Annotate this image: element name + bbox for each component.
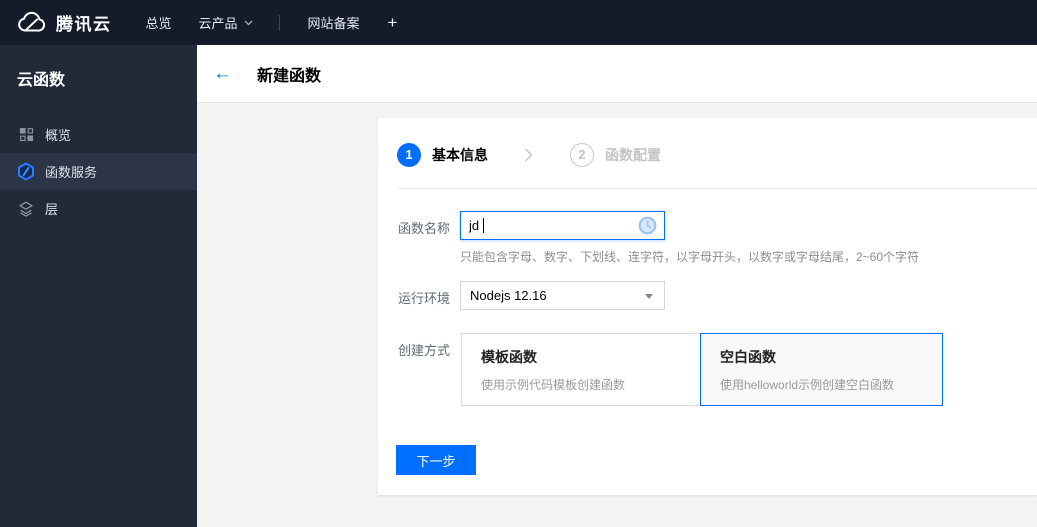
step-2-label: 函数配置 — [605, 147, 661, 163]
nav-cloud-products[interactable]: 云产品 — [199, 13, 253, 32]
nav-divider — [278, 14, 280, 31]
brand-name: 腾讯云 — [56, 15, 112, 34]
page-header: ← 新建函数 — [197, 45, 1037, 103]
sidebar-menu: 概览 函数服务 层 — [0, 116, 197, 227]
text-cursor — [483, 218, 484, 233]
option-title: 空白函数 — [720, 349, 776, 365]
next-step-button[interactable]: 下一步 — [396, 445, 476, 475]
page-title: 新建函数 — [257, 67, 322, 85]
sidebar-item-label: 层 — [45, 202, 59, 217]
option-description: 使用helloworld示例创建空白函数 — [720, 378, 895, 392]
nav-cloud-products-label: 云产品 — [198, 16, 238, 31]
scf-hexagon-icon — [17, 162, 35, 181]
nav-overview[interactable]: 总览 — [146, 13, 172, 32]
runtime-label: 运行环境 — [398, 291, 451, 306]
topbar: 腾讯云 总览 云产品 网站备案 + — [0, 0, 1037, 45]
sidebar: 云函数 概览 函数服务 层 — [0, 45, 197, 527]
cloud-logo-icon — [15, 11, 47, 34]
sidebar-item-overview[interactable]: 概览 — [0, 116, 197, 153]
select-caret-icon — [645, 294, 653, 299]
option-blank-function[interactable]: 空白函数 使用helloworld示例创建空白函数 — [700, 333, 943, 406]
sidebar-item-label: 概览 — [45, 128, 72, 143]
new-function-card: 1 基本信息 2 函数配置 函数名称 只能包含字母、数字、下划线、连字符，以字母… — [378, 118, 1037, 495]
add-tab-button[interactable]: + — [384, 13, 402, 33]
grid-icon — [17, 127, 35, 142]
chevron-down-icon — [244, 20, 253, 26]
steps-divider — [398, 188, 1037, 189]
step-1-circle: 1 — [397, 143, 421, 167]
option-template-function[interactable]: 模板函数 使用示例代码模板创建函数 — [461, 333, 701, 406]
creation-method-label: 创建方式 — [398, 343, 451, 358]
step-chevron-icon — [524, 148, 533, 162]
tencent-cloud-logo[interactable]: 腾讯云 — [15, 10, 112, 35]
runtime-select[interactable]: Nodejs 12.16 — [460, 281, 665, 310]
sidebar-title: 云函数 — [17, 72, 66, 89]
step-2-circle: 2 — [570, 143, 594, 167]
sidebar-item-function-service[interactable]: 函数服务 — [0, 153, 197, 190]
option-title: 模板函数 — [481, 349, 537, 365]
function-name-hint: 只能包含字母、数字、下划线、连字符，以字母开头，以数字或字母结尾，2~60个字符 — [460, 250, 920, 264]
runtime-selected-value: Nodejs 12.16 — [470, 288, 547, 303]
wizard-steps: 1 基本信息 2 函数配置 — [397, 143, 661, 167]
main-content: ← 新建函数 1 基本信息 2 函数配置 函数名称 只能包含字母、数字、下划线、… — [197, 45, 1037, 527]
step-1-label: 基本信息 — [432, 147, 488, 163]
function-name-input[interactable] — [460, 211, 665, 240]
function-name-label: 函数名称 — [398, 221, 451, 236]
layers-icon — [17, 201, 35, 217]
sidebar-item-layers[interactable]: 层 — [0, 190, 197, 227]
back-arrow-icon[interactable]: ← — [213, 64, 232, 83]
sidebar-item-label: 函数服务 — [45, 165, 98, 180]
nav-website-beian[interactable]: 网站备案 — [308, 13, 360, 32]
top-navigation: 总览 云产品 网站备案 + — [146, 13, 402, 33]
option-description: 使用示例代码模板创建函数 — [481, 378, 626, 392]
